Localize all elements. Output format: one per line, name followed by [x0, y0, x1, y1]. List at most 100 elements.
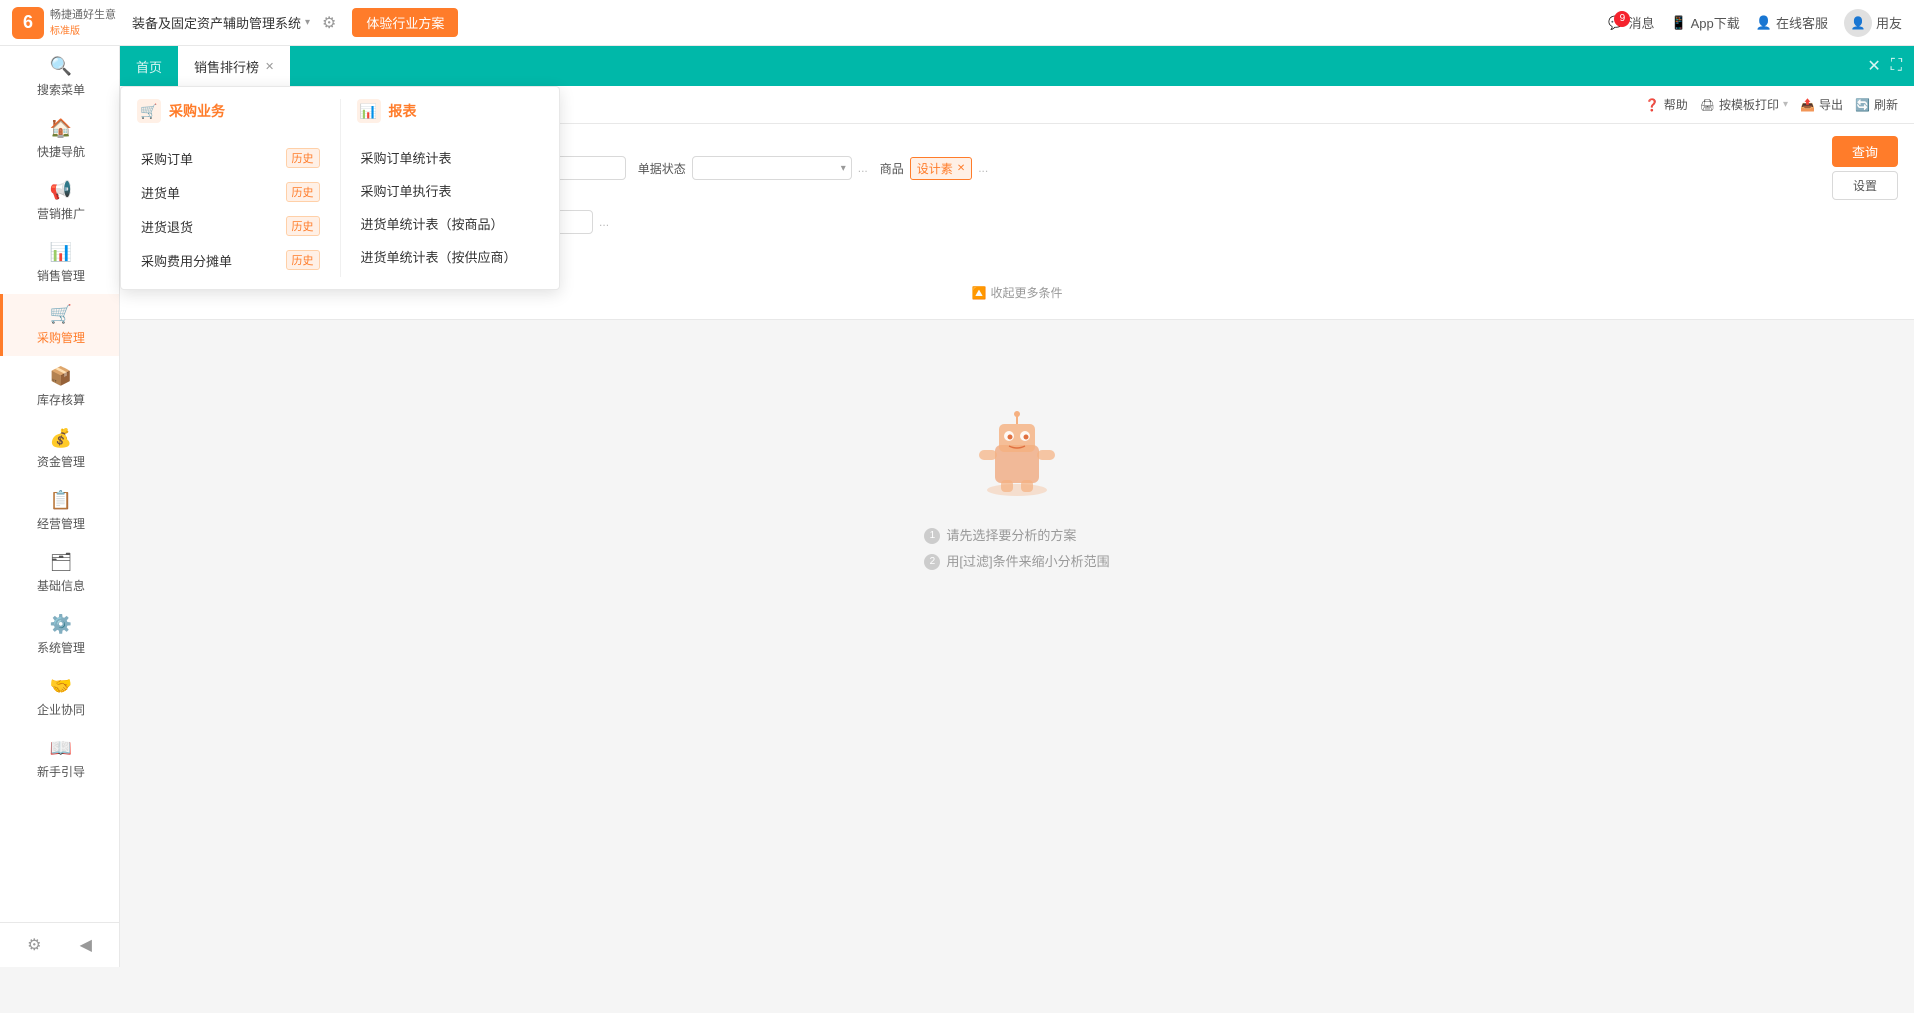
message-label: 消息: [1628, 13, 1654, 32]
guide-icon: 📖: [50, 738, 72, 759]
empty-tip-2: 2 用[过滤]条件来缩小分析范围: [924, 549, 1109, 575]
goods-tag: 设计素 ✕: [910, 157, 972, 180]
refresh-icon: 🔄: [1855, 98, 1870, 112]
dropdown-item-purchase-expense[interactable]: 采购费用分摊单 历史: [137, 243, 324, 277]
goods-tag-text: 设计素: [917, 160, 953, 177]
tip-text-2: 用[过滤]条件来缩小分析范围: [946, 549, 1109, 575]
sidebar-item-label: 资金管理: [37, 453, 85, 470]
avatar: 👤: [1844, 9, 1872, 37]
sidebar-item-capital[interactable]: 💰 资金管理: [0, 418, 119, 480]
status-select[interactable]: [692, 156, 852, 180]
settings-bottom-icon[interactable]: ⚙: [27, 935, 41, 955]
purchase-icon: 🛒: [50, 304, 72, 325]
marketing-icon: 📢: [50, 180, 72, 201]
status-label: 单据状态: [638, 160, 686, 177]
sidebar-item-marketing[interactable]: 📢 营销推广: [0, 170, 119, 232]
print-action[interactable]: 🖨 按模板打印 ▾: [1700, 96, 1788, 113]
goods-receipt-label: 进货单: [141, 183, 180, 202]
help-action[interactable]: ❓ 帮助: [1645, 96, 1688, 113]
settings-button[interactable]: 设置: [1832, 171, 1898, 200]
purchase-order-exec-label: 采购订单执行表: [361, 181, 452, 200]
sales-icon: 📊: [50, 242, 72, 263]
goods-tag-close[interactable]: ✕: [957, 163, 965, 174]
sidebar-item-operation[interactable]: 📋 经营管理: [0, 480, 119, 542]
dropdown-item-goods-stat-by-supplier[interactable]: 进货单统计表（按供应商）: [357, 240, 544, 273]
sidebar-item-basic[interactable]: 🗂 基础信息: [0, 542, 119, 604]
export-icon: 📤: [1800, 98, 1815, 112]
history-badge: 历史: [286, 148, 320, 168]
user-button[interactable]: 👤 用友: [1844, 9, 1902, 37]
sidebar-item-label: 库存核算: [37, 391, 85, 408]
history-badge: 历史: [286, 250, 320, 270]
system-icon: ⚙️: [50, 614, 72, 635]
tab-sales-rank[interactable]: 销售排行榜 ✕: [178, 46, 290, 86]
message-button[interactable]: 💬 9 消息: [1608, 13, 1654, 32]
query-btn-group: 查询 设置: [1832, 136, 1898, 200]
dropdown-item-purchase-order-stat[interactable]: 采购订单统计表: [357, 141, 544, 174]
system-name-text: 装备及固定资产辅助管理系统: [132, 13, 301, 32]
sidebar-item-quick[interactable]: 🏠 快捷导航: [0, 108, 119, 170]
sidebar-item-label: 经营管理: [37, 515, 85, 532]
tab-bar: 首页 销售排行榜 ✕ ✕ ⛶: [120, 46, 1914, 86]
sidebar-item-guide[interactable]: 📖 新手引导: [0, 728, 119, 790]
expand-icon[interactable]: ⛶: [1891, 57, 1902, 75]
chevron-down-icon[interactable]: ▾: [305, 17, 310, 28]
app-download-button[interactable]: 📱 App下载: [1670, 13, 1739, 32]
collapse-label: 收起更多条件: [990, 284, 1062, 301]
sidebar-item-label: 新手引导: [37, 763, 85, 780]
tab-right-icons: ✕ ⛶: [1867, 56, 1914, 76]
sidebar-bottom: ⚙ ◀: [0, 922, 119, 967]
print-chevron-icon: ▾: [1783, 99, 1788, 110]
refresh-action[interactable]: 🔄 刷新: [1855, 96, 1898, 113]
dropdown-item-goods-stat-by-goods[interactable]: 进货单统计表（按商品）: [357, 207, 544, 240]
sidebar-item-cooperation[interactable]: 🤝 企业协同: [0, 666, 119, 728]
mobile-icon: 📱: [1670, 15, 1686, 31]
search-button[interactable]: 查询: [1832, 136, 1898, 167]
history-badge: 历史: [286, 216, 320, 236]
dropdown-item-purchase-order-exec[interactable]: 采购订单执行表: [357, 174, 544, 207]
close-icon[interactable]: ✕: [1867, 56, 1880, 76]
purchase-dropdown: 🛒 采购业务 采购订单 历史 进货单 历史 进货退货 历史 采购费用分摊单 历史…: [120, 86, 560, 290]
goods-stat-by-goods-label: 进货单统计表（按商品）: [361, 214, 504, 233]
app-label: App下载: [1691, 13, 1740, 32]
goods-label: 商品: [880, 160, 904, 177]
tab-home-label: 首页: [136, 57, 162, 76]
sidebar-item-sales[interactable]: 📊 销售管理: [0, 232, 119, 294]
online-service-button[interactable]: 👤 在线客服: [1756, 13, 1828, 32]
operation-icon: 📋: [50, 490, 72, 511]
cooperation-icon: 🤝: [50, 676, 72, 697]
goods-dots: ...: [978, 161, 988, 175]
export-action[interactable]: 📤 导出: [1800, 96, 1843, 113]
sidebar: 🔍 搜索菜单 🏠 快捷导航 📢 营销推广 📊 销售管理 🛒 采购管理 📦 库存核…: [0, 46, 120, 967]
sidebar-item-search[interactable]: 🔍 搜索菜单: [0, 46, 119, 108]
capital-icon: 💰: [50, 428, 72, 449]
sidebar-item-label: 搜索菜单: [37, 81, 85, 98]
service-icon: 👤: [1756, 15, 1772, 31]
help-label: 帮助: [1664, 96, 1688, 113]
report-col-icon: 📊: [357, 99, 381, 123]
sidebar-item-label: 营销推广: [37, 205, 85, 222]
dropdown-item-goods-receipt[interactable]: 进货单 历史: [137, 175, 324, 209]
tab-sales-rank-label: 销售排行榜: [194, 57, 259, 76]
purchase-col-header: 🛒 采购业务: [137, 99, 324, 129]
header-right: 💬 9 消息 📱 App下载 👤 在线客服 👤 用友: [1608, 9, 1902, 37]
purchase-expense-label: 采购费用分摊单: [141, 251, 232, 270]
goods-field: 商品 设计素 ✕ ...: [880, 157, 988, 180]
industry-button[interactable]: 体验行业方案: [352, 8, 458, 37]
sidebar-item-system[interactable]: ⚙️ 系统管理: [0, 604, 119, 666]
top-header: 6 畅捷通好生意 标准版 装备及固定资产辅助管理系统 ▾ ⚙ 体验行业方案 💬 …: [0, 0, 1914, 46]
collapse-sidebar-icon[interactable]: ◀: [80, 935, 92, 955]
sidebar-item-label: 系统管理: [37, 639, 85, 656]
dropdown-item-goods-return[interactable]: 进货退货 历史: [137, 209, 324, 243]
sidebar-item-purchase[interactable]: 🛒 采购管理: [0, 294, 119, 356]
logo-badge: 标准版: [50, 22, 116, 37]
purchase-order-stat-label: 采购订单统计表: [361, 148, 452, 167]
sidebar-item-label: 企业协同: [37, 701, 85, 718]
gear-icon[interactable]: ⚙: [322, 13, 336, 33]
tab-home[interactable]: 首页: [120, 46, 178, 86]
sidebar-item-inventory[interactable]: 📦 库存核算: [0, 356, 119, 418]
dropdown-item-purchase-order[interactable]: 采购订单 历史: [137, 141, 324, 175]
tab-close-icon[interactable]: ✕: [265, 60, 274, 73]
status-field: 单据状态 ...: [638, 156, 868, 180]
collapse-icon: 🔼: [972, 286, 987, 300]
